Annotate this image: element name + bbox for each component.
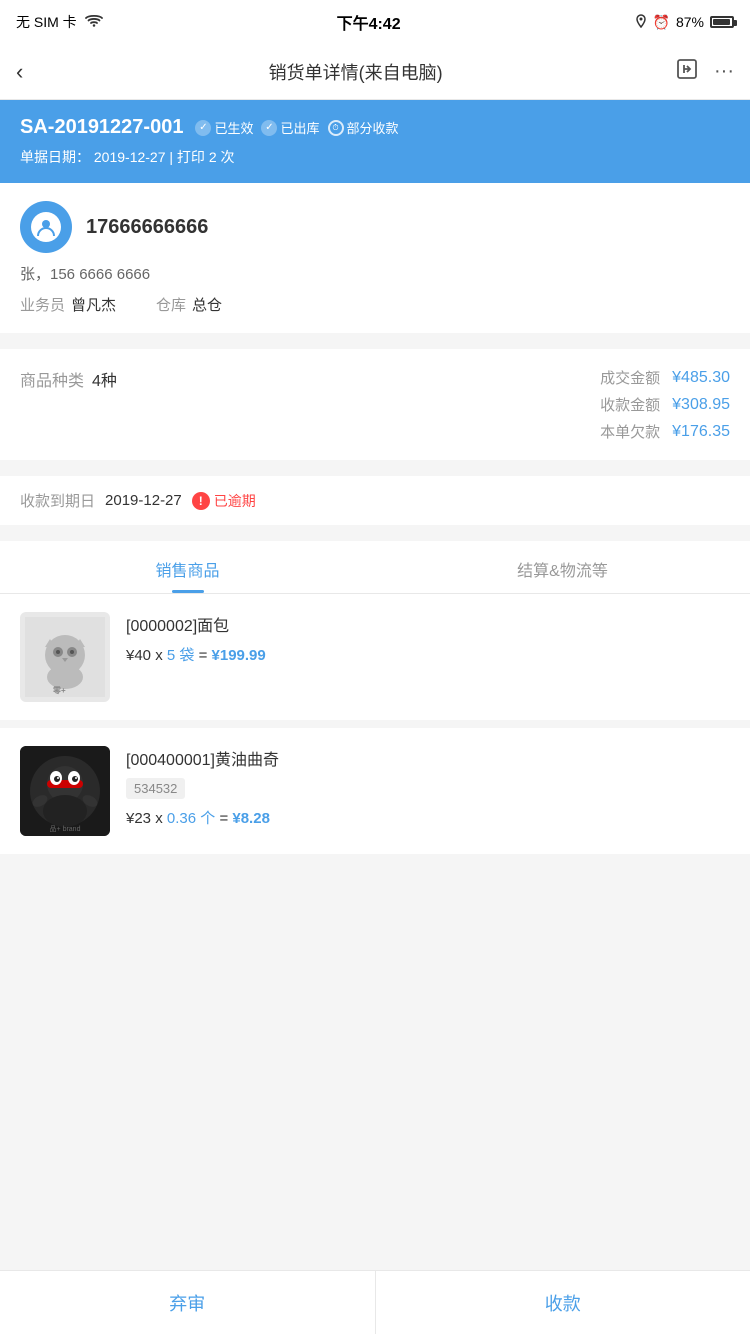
product-item-2: 品+ brand [000400001]黄油曲奇 534532 ¥23 x 0.… xyxy=(0,728,750,854)
separator-1 xyxy=(0,341,750,349)
product-sku-2: 534532 xyxy=(126,778,185,799)
collect-button[interactable]: 收款 xyxy=(376,1271,750,1334)
warehouse-item: 仓库 总仓 xyxy=(156,294,222,315)
customer-row: 17666666666 xyxy=(20,201,730,253)
more-icon[interactable]: ··· xyxy=(714,60,734,83)
stats-right: 成交金额 ¥485.30 收款金额 ¥308.95 本单欠款 ¥176.35 xyxy=(600,367,730,442)
order-header: SA-20191227-001 ✓ 已生效 ✓ 已出库 ⏱ 部分收款 单据日期：… xyxy=(0,100,750,183)
customer-id: 17666666666 xyxy=(86,216,208,239)
back-button[interactable]: ‹ xyxy=(16,51,35,93)
salesman-item: 业务员 曾凡杰 xyxy=(20,294,116,315)
customer-meta: 业务员 曾凡杰 仓库 总仓 xyxy=(20,294,730,315)
clock-icon: ⏱ xyxy=(328,120,344,136)
stats-section: 商品种类 4种 成交金额 ¥485.30 收款金额 ¥308.95 本单欠款 ¥… xyxy=(0,349,750,460)
overdue-icon: ! xyxy=(192,492,210,510)
separator-3 xyxy=(0,533,750,541)
svg-text:零+: 零+ xyxy=(52,685,66,695)
user-icon xyxy=(31,212,61,242)
bottom-bar: 弃审 收款 xyxy=(0,1270,750,1334)
overdue-badge: ! 已逾期 xyxy=(192,491,256,511)
check-icon-2: ✓ xyxy=(261,120,277,136)
order-date-line: 单据日期： 2019-12-27 | 打印 2 次 xyxy=(20,147,730,167)
wifi-icon xyxy=(85,14,103,31)
customer-section: 17666666666 张，156 6666 6666 业务员 曾凡杰 仓库 总… xyxy=(0,183,750,333)
product-price-1: ¥40 x 5 袋 = ¥199.99 xyxy=(126,644,730,665)
nav-actions: ··· xyxy=(676,58,734,86)
amount-row-2: 收款金额 ¥308.95 xyxy=(600,394,730,415)
due-date-section: 收款到期日 2019-12-27 ! 已逾期 xyxy=(0,476,750,525)
product-thumb-1: 零+ xyxy=(20,612,110,702)
battery-icon xyxy=(710,16,734,28)
product-info-1: [0000002]面包 ¥40 x 5 袋 = ¥199.99 xyxy=(126,612,730,665)
separator-2 xyxy=(0,468,750,476)
overdue-text: 已逾期 xyxy=(214,491,256,511)
status-bar: 无 SIM 卡 下午4:42 ⏰ 87% xyxy=(0,0,750,44)
share-icon[interactable] xyxy=(676,58,698,86)
status-tags: ✓ 已生效 ✓ 已出库 ⏱ 部分收款 xyxy=(195,118,398,137)
tab-products[interactable]: 销售商品 xyxy=(0,541,375,593)
customer-detail: 张，156 6666 6666 xyxy=(20,263,730,284)
product-info-2: [000400001]黄油曲奇 534532 ¥23 x 0.36 个 = ¥8… xyxy=(126,746,730,828)
battery-text: 87% xyxy=(676,14,704,30)
alarm-icon: ⏰ xyxy=(653,14,670,31)
product-thumb-2: 品+ brand xyxy=(20,746,110,836)
nav-bar: ‹ 销货单详情(来自电脑) ··· xyxy=(0,44,750,100)
product-list: 零+ [0000002]面包 ¥40 x 5 袋 = ¥199.99 xyxy=(0,594,750,934)
status-time: 下午4:42 xyxy=(337,10,401,34)
check-icon-1: ✓ xyxy=(195,120,211,136)
tab-settlement[interactable]: 结算&物流等 xyxy=(375,541,750,593)
svg-text:品+ brand: 品+ brand xyxy=(50,825,81,833)
status-tag-partial: ⏱ 部分收款 xyxy=(328,118,399,137)
product-item-1: 零+ [0000002]面包 ¥40 x 5 袋 = ¥199.99 xyxy=(0,594,750,720)
product-name-2: [000400001]黄油曲奇 xyxy=(126,746,730,770)
status-right: ⏰ 87% xyxy=(635,14,734,31)
page-title: 销货单详情(来自电脑) xyxy=(35,59,676,85)
status-tag-shipped: ✓ 已出库 xyxy=(261,118,319,137)
product-name-1: [0000002]面包 xyxy=(126,612,730,636)
cancel-button[interactable]: 弃审 xyxy=(0,1271,376,1334)
tabs-bar: 销售商品 结算&物流等 xyxy=(0,541,750,594)
amount-row-1: 成交金额 ¥485.30 xyxy=(600,367,730,388)
location-icon xyxy=(635,14,647,31)
order-number: SA-20191227-001 xyxy=(20,116,183,139)
product-type-row: 商品种类 4种 xyxy=(20,367,117,391)
stats-left: 商品种类 4种 xyxy=(20,367,117,391)
avatar xyxy=(20,201,72,253)
carrier-text: 无 SIM 卡 xyxy=(16,12,77,32)
status-tag-effective: ✓ 已生效 xyxy=(195,118,253,137)
tabs-section: 销售商品 结算&物流等 xyxy=(0,541,750,594)
product-price-2: ¥23 x 0.36 个 = ¥8.28 xyxy=(126,807,730,828)
status-left: 无 SIM 卡 xyxy=(16,12,103,32)
amount-row-3: 本单欠款 ¥176.35 xyxy=(600,421,730,442)
